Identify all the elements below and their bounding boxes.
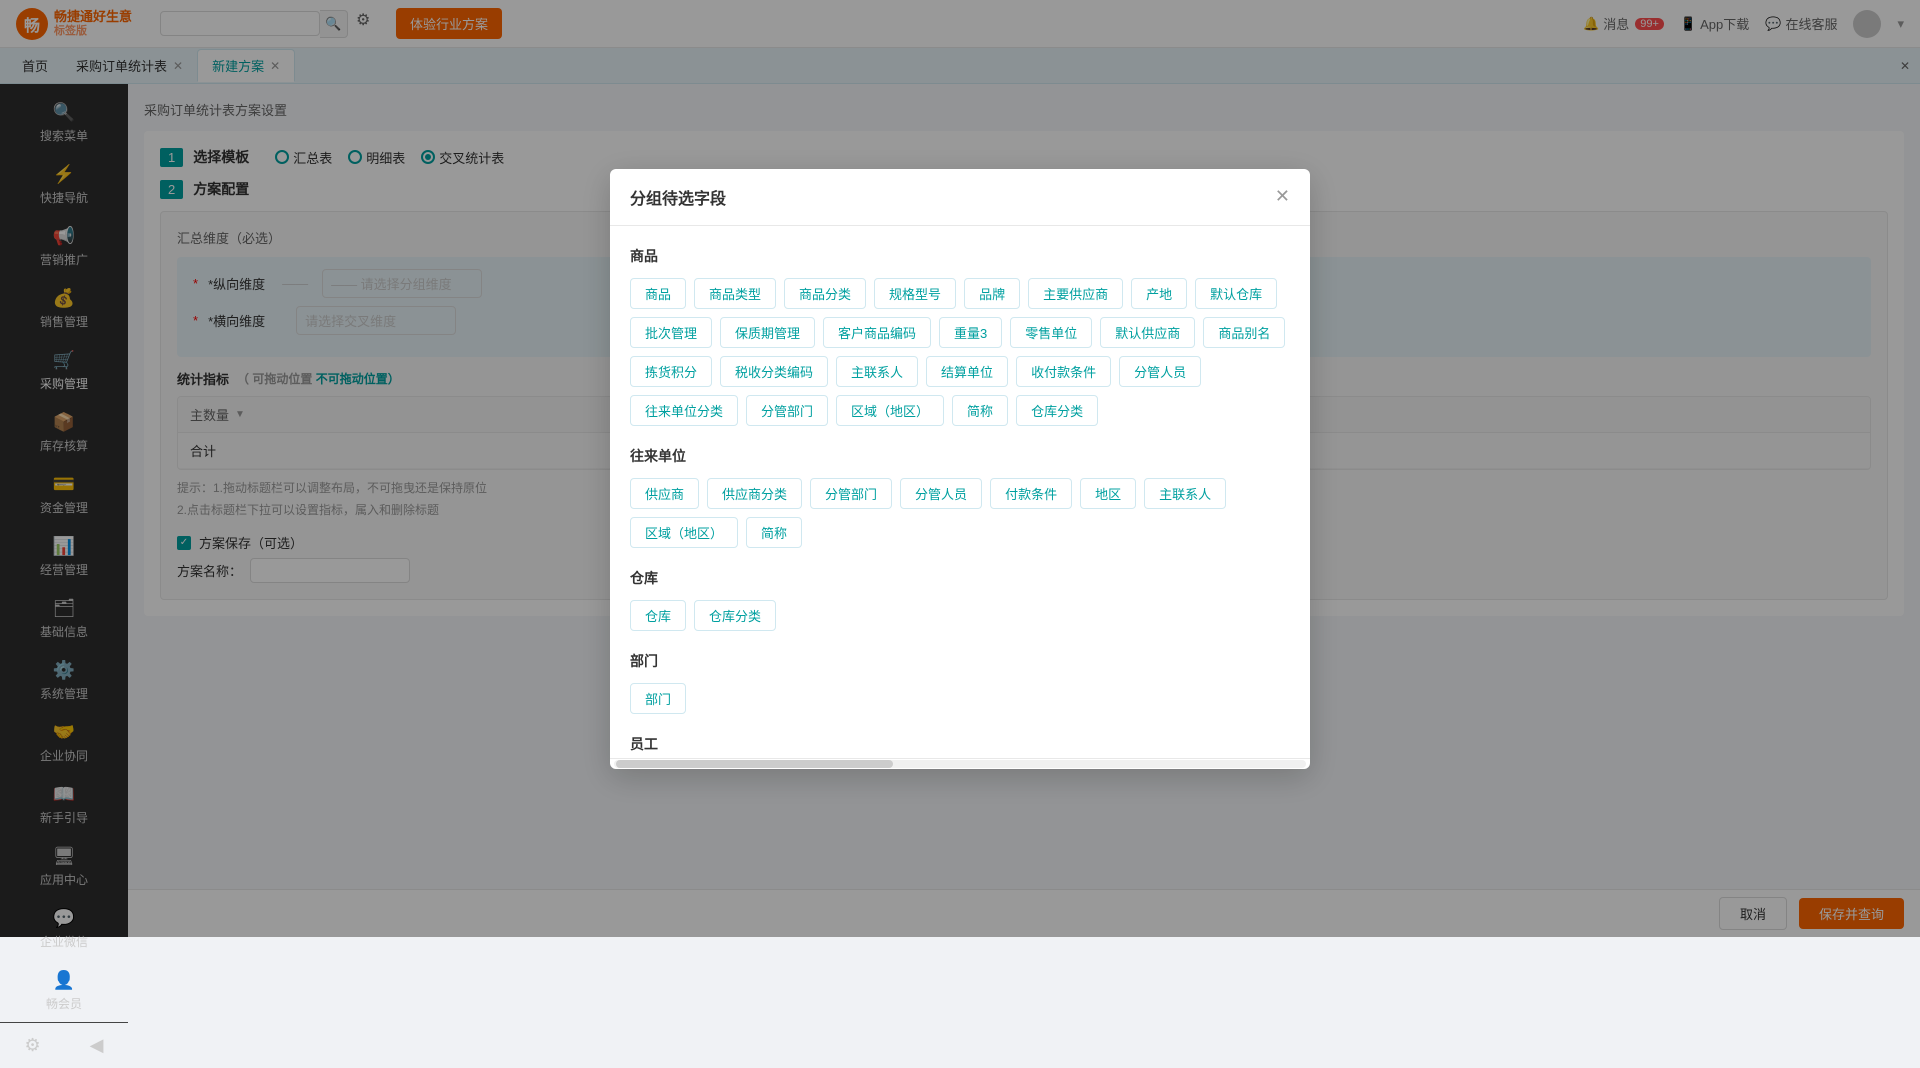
modal-h-scrollbar-thumb[interactable] [616, 760, 893, 768]
tag-product-17[interactable]: 主联系人 [836, 356, 918, 387]
modal-scroll-area[interactable]: 商品 商品 商品类型 商品分类 规格型号 品牌 主要供应商 产地 默认仓库 批次… [610, 226, 1310, 759]
section-partner: 往来单位 供应商 供应商分类 分管部门 分管人员 付款条件 地区 主联系人 区域… [630, 446, 1290, 548]
tag-product-15[interactable]: 拣货积分 [630, 356, 712, 387]
tag-product-21[interactable]: 往来单位分类 [630, 395, 738, 426]
tag-product-23[interactable]: 区域（地区） [836, 395, 944, 426]
modal-dialog: 分组待选字段 ✕ 商品 商品 商品类型 商品分类 规格型号 品牌 主要供应商 产… [610, 169, 1310, 769]
tag-product-19[interactable]: 收付款条件 [1016, 356, 1111, 387]
field-tags-partner: 供应商 供应商分类 分管部门 分管人员 付款条件 地区 主联系人 区域（地区） … [630, 478, 1290, 548]
modal-h-scrollbar-area [610, 758, 1310, 768]
section-title-product: 商品 [630, 246, 1290, 266]
tag-product-16[interactable]: 税收分类编码 [720, 356, 828, 387]
tag-partner-8[interactable]: 简称 [746, 517, 802, 548]
tag-product-24[interactable]: 简称 [952, 395, 1008, 426]
tag-product-2[interactable]: 商品分类 [784, 278, 866, 309]
tag-product-12[interactable]: 零售单位 [1010, 317, 1092, 348]
tag-partner-0[interactable]: 供应商 [630, 478, 699, 509]
section-title-department: 部门 [630, 651, 1290, 671]
section-warehouse: 仓库 仓库 仓库分类 [630, 568, 1290, 631]
sidebar-bottom: ⚙ ◀ [0, 1022, 128, 1068]
tag-product-3[interactable]: 规格型号 [874, 278, 956, 309]
section-title-warehouse: 仓库 [630, 568, 1290, 588]
tag-product-8[interactable]: 批次管理 [630, 317, 712, 348]
section-product: 商品 商品 商品类型 商品分类 规格型号 品牌 主要供应商 产地 默认仓库 批次… [630, 246, 1290, 426]
tag-warehouse-0[interactable]: 仓库 [630, 600, 686, 631]
tag-product-5[interactable]: 主要供应商 [1028, 278, 1123, 309]
modal-body-wrapper: 商品 商品 商品类型 商品分类 规格型号 品牌 主要供应商 产地 默认仓库 批次… [610, 226, 1310, 759]
field-tags-warehouse: 仓库 仓库分类 [630, 600, 1290, 631]
tag-product-7[interactable]: 默认仓库 [1195, 278, 1277, 309]
tag-product-22[interactable]: 分管部门 [746, 395, 828, 426]
tag-product-6[interactable]: 产地 [1131, 278, 1187, 309]
tag-partner-2[interactable]: 分管部门 [810, 478, 892, 509]
member-icon: 👤 [53, 970, 75, 991]
tag-product-10[interactable]: 客户商品编码 [823, 317, 931, 348]
tag-product-20[interactable]: 分管人员 [1119, 356, 1201, 387]
tag-product-18[interactable]: 结算单位 [926, 356, 1008, 387]
tag-product-13[interactable]: 默认供应商 [1100, 317, 1195, 348]
tag-partner-1[interactable]: 供应商分类 [707, 478, 802, 509]
field-tags-department: 部门 [630, 683, 1290, 714]
sidebar-item-member[interactable]: 👤 畅会员 [0, 960, 128, 1022]
section-title-employee: 员工 [630, 734, 1290, 754]
tag-product-4[interactable]: 品牌 [964, 278, 1020, 309]
tag-product-0[interactable]: 商品 [630, 278, 686, 309]
tag-partner-4[interactable]: 付款条件 [990, 478, 1072, 509]
modal-h-scrollbar-track[interactable] [614, 760, 1306, 768]
tag-product-11[interactable]: 重量3 [939, 317, 1002, 348]
tag-partner-3[interactable]: 分管人员 [900, 478, 982, 509]
tag-product-25[interactable]: 仓库分类 [1016, 395, 1098, 426]
settings-bottom-btn[interactable]: ⚙ [17, 1031, 49, 1060]
field-tags-product: 商品 商品类型 商品分类 规格型号 品牌 主要供应商 产地 默认仓库 批次管理 … [630, 278, 1290, 426]
tag-product-14[interactable]: 商品别名 [1203, 317, 1285, 348]
tag-warehouse-1[interactable]: 仓库分类 [694, 600, 776, 631]
tag-partner-7[interactable]: 区域（地区） [630, 517, 738, 548]
tag-partner-5[interactable]: 地区 [1080, 478, 1136, 509]
tag-partner-6[interactable]: 主联系人 [1144, 478, 1226, 509]
tag-department-0[interactable]: 部门 [630, 683, 686, 714]
tag-product-1[interactable]: 商品类型 [694, 278, 776, 309]
modal-title: 分组待选字段 [630, 185, 726, 209]
tag-product-9[interactable]: 保质期管理 [720, 317, 815, 348]
collapse-btn[interactable]: ◀ [82, 1031, 112, 1060]
section-title-partner: 往来单位 [630, 446, 1290, 466]
modal-overlay: 分组待选字段 ✕ 商品 商品 商品类型 商品分类 规格型号 品牌 主要供应商 产… [0, 0, 1920, 937]
modal-header: 分组待选字段 ✕ [610, 169, 1310, 226]
section-department: 部门 部门 [630, 651, 1290, 714]
modal-close-button[interactable]: ✕ [1275, 186, 1290, 207]
section-employee: 员工 业务员 [630, 734, 1290, 759]
